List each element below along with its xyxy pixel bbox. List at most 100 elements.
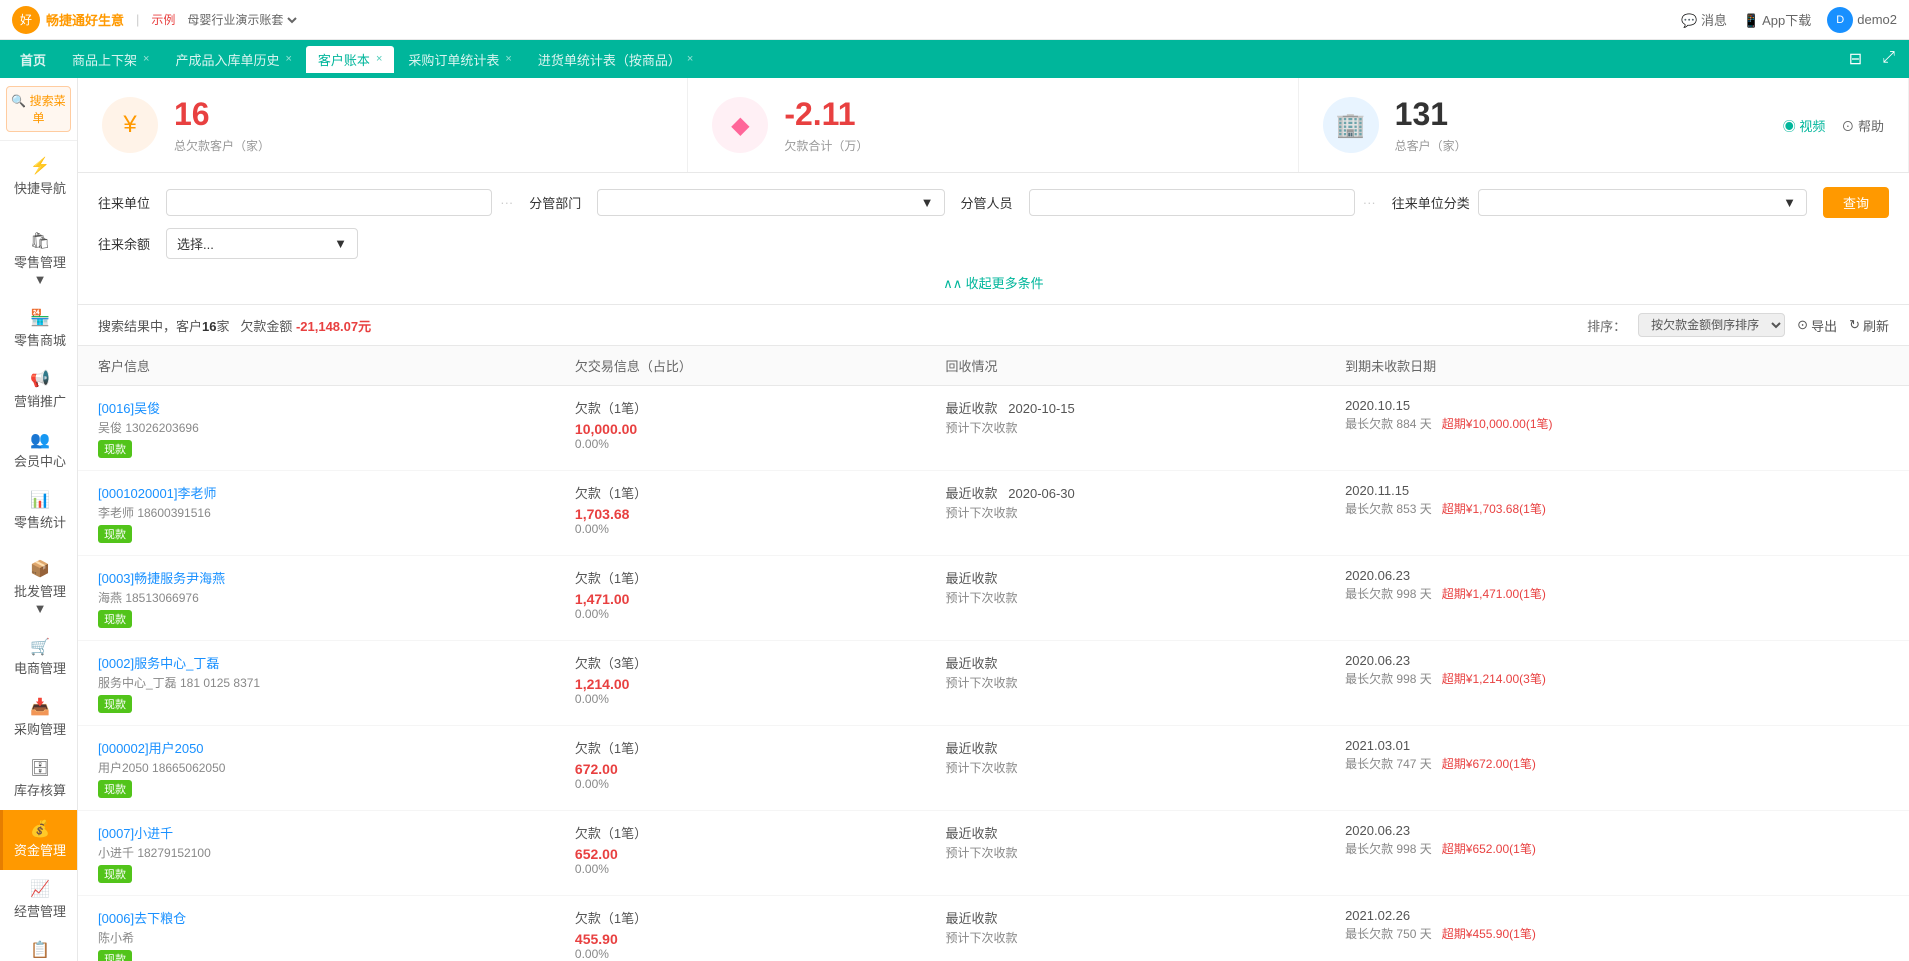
marketing-icon: 📢 (30, 370, 50, 391)
tab-purchase-order-stats[interactable]: 采购订单统计表 × (396, 46, 523, 73)
stat-value-debt-customers: 16 (174, 96, 270, 133)
sidebar-item-member[interactable]: 👥 会员中心 (0, 421, 77, 482)
customer-name-link[interactable]: [0006]去下粮仓 (98, 908, 535, 927)
customer-name-link[interactable]: [0007]小进千 (98, 823, 535, 842)
sidebar-item-batch-mgmt[interactable]: 📦 批发管理 ▼ (0, 550, 77, 628)
logo-text: 畅捷通好生意 (46, 10, 124, 29)
customer-name-link[interactable]: [0002]服务中心_丁磊 (98, 653, 535, 672)
debt-amount[interactable]: 672.00 (575, 761, 906, 777)
filter-select-category[interactable]: ▼ (1478, 189, 1807, 216)
batch-mgmt-icon: 📦 (30, 560, 50, 581)
recover-cell: 最近收款 预计下次收款 (925, 811, 1325, 896)
tab-purchase-stats-by-product[interactable]: 进货单统计表（按商品） × (526, 46, 705, 73)
sidebar-item-biz[interactable]: 📈 经营管理 (0, 870, 77, 931)
user-avatar[interactable]: D demo2 (1827, 7, 1897, 33)
filter-row-1: 往来单位 ··· 分管部门 ▼ 分管人员 ··· 往来 (98, 187, 1889, 218)
due-info: 最长欠款 853 天 超期¥1,703.68(1笔) (1345, 500, 1889, 517)
close-icon[interactable]: × (285, 53, 291, 65)
recover-label: 最近收款 2020-06-30 (945, 483, 1305, 502)
stat-icon-total-customers: 🏢 (1323, 97, 1379, 153)
tab-home[interactable]: 首页 (8, 46, 58, 73)
close-icon[interactable]: × (376, 53, 382, 65)
message-btn[interactable]: 💬 消息 (1681, 10, 1727, 29)
sidebar-item-retail-stat[interactable]: 📊 零售统计 (0, 481, 77, 542)
debt-count: 欠款（1笔） (575, 398, 906, 417)
debt-amount[interactable]: 652.00 (575, 846, 906, 862)
customer-name-link[interactable]: [0016]吴俊 (98, 398, 535, 417)
due-info: 最长欠款 884 天 超期¥10,000.00(1笔) (1345, 415, 1889, 432)
logo-icon: 好 (12, 6, 40, 34)
sidebar-item-finance[interactable]: 💰 资金管理 (0, 810, 77, 871)
table-actions: 排序： 按欠款金额倒序排序 ⊙ 导出 ↻ 刷新 (1587, 313, 1889, 337)
sidebar-item-purchase[interactable]: 📥 采购管理 (0, 688, 77, 749)
sidebar: 🔍 搜索菜单 ⚡ 快捷导航 🛍 零售管理 ▼ 🏪 零售商城 📢 营销推广 👥 会… (0, 78, 78, 961)
sidebar-item-label: 电商管理 (14, 661, 66, 678)
table-wrapper: 客户信息 欠交易信息（占比） 回收情况 到期未收款日期 [0016]吴俊 吴俊 … (78, 346, 1909, 961)
overdue-link[interactable]: 超期¥672.00(1笔) (1442, 757, 1536, 771)
sidebar-search-btn[interactable]: 🔍 搜索菜单 (6, 86, 71, 132)
close-icon[interactable]: × (505, 53, 511, 65)
filter-item-unit: 往来单位 ··· (98, 189, 513, 216)
sidebar-item-inventory[interactable]: 🗄 库存核算 (0, 749, 77, 810)
export-btn[interactable]: ⊙ 导出 (1797, 316, 1837, 335)
sidebar-item-marketing[interactable]: 📢 营销推广 (0, 360, 77, 421)
sort-select[interactable]: 按欠款金额倒序排序 (1638, 313, 1785, 337)
overdue-link[interactable]: 超期¥455.90(1笔) (1442, 927, 1536, 941)
due-date-cell: 2021.02.26 最长欠款 750 天 超期¥455.90(1笔) (1325, 896, 1909, 961)
collapse-nav-btn[interactable]: ⊟ (1843, 47, 1868, 71)
filter-input-person[interactable] (1029, 189, 1355, 216)
help-link[interactable]: ⊙ 帮助 (1841, 116, 1884, 135)
collapse-row[interactable]: ∧∧ 收起更多条件 (98, 269, 1889, 296)
stat-label-total-customers: 总客户（家） (1395, 137, 1467, 154)
sidebar-item-retail-mgmt[interactable]: 🛍 零售管理 ▼ (0, 222, 77, 300)
search-button[interactable]: 查询 (1823, 187, 1889, 218)
debt-amount[interactable]: 1,214.00 (575, 676, 906, 692)
filter-dots-person[interactable]: ··· (1363, 195, 1376, 210)
sidebar-item-retail-mall[interactable]: 🏪 零售商城 (0, 299, 77, 360)
debt-amount[interactable]: 1,471.00 (575, 591, 906, 607)
overdue-link[interactable]: 超期¥10,000.00(1笔) (1442, 417, 1553, 431)
customer-tag: 现款 (98, 865, 132, 883)
logo-area: 好 畅捷通好生意 (12, 6, 124, 34)
sidebar-item-quicknav[interactable]: ⚡ 快捷导航 (0, 147, 77, 208)
tab-product-listing[interactable]: 商品上下架 × (60, 46, 161, 73)
debt-amount[interactable]: 455.90 (575, 931, 906, 947)
debt-amount[interactable]: 10,000.00 (575, 421, 906, 437)
filter-input-unit[interactable] (166, 189, 492, 216)
due-date-cell: 2021.03.01 最长欠款 747 天 超期¥672.00(1笔) (1325, 726, 1909, 811)
recover-label: 最近收款 (945, 823, 1305, 842)
filter-dots-unit[interactable]: ··· (500, 195, 513, 210)
video-link[interactable]: ◉ 视频 (1783, 116, 1826, 135)
close-icon[interactable]: × (143, 53, 149, 65)
store-select[interactable]: 母婴行业演示账套 (183, 12, 300, 28)
customer-contact: 李老师 18600391516 (98, 504, 535, 521)
stat-info-total-customers: 131 总客户（家） (1395, 96, 1467, 154)
filter-select-dept[interactable]: ▼ (597, 189, 944, 216)
overdue-link[interactable]: 超期¥1,214.00(3笔) (1442, 672, 1546, 686)
tab-production-history[interactable]: 产成品入库单历史 × (163, 46, 303, 73)
table-head: 客户信息 欠交易信息（占比） 回收情况 到期未收款日期 (78, 346, 1909, 386)
tab-customer-account[interactable]: 客户账本 × (306, 46, 394, 73)
overdue-link[interactable]: 超期¥1,471.00(1笔) (1442, 587, 1546, 601)
debt-amount[interactable]: 1,703.68 (575, 506, 906, 522)
app-download-btn[interactable]: 📱 App下载 (1743, 10, 1811, 29)
customer-name-link[interactable]: [0003]畅捷服务尹海燕 (98, 568, 535, 587)
next-collect-label: 预计下次收款 (945, 589, 1305, 606)
expand-nav-btn[interactable]: ⤢ (1876, 47, 1901, 71)
debt-info-cell: 欠款（1笔） 455.90 0.00% (555, 896, 926, 961)
sidebar-item-ecom[interactable]: 🛒 电商管理 (0, 628, 77, 689)
topbar: 好 畅捷通好生意 | 示例 母婴行业演示账套 💬 消息 📱 App下载 D de… (0, 0, 1909, 40)
stat-card-total-customers: 🏢 131 总客户（家） ◉ 视频 ⊙ 帮助 (1299, 78, 1909, 172)
customer-name-link[interactable]: [000002]用户2050 (98, 738, 535, 757)
close-icon[interactable]: × (687, 53, 693, 65)
overdue-link[interactable]: 超期¥652.00(1笔) (1442, 842, 1536, 856)
stat-card-debt-total: ◆ -2.11 欠款合计（万） (688, 78, 1298, 172)
refresh-btn[interactable]: ↻ 刷新 (1849, 316, 1889, 335)
th-customer-info: 客户信息 (78, 346, 555, 386)
customer-name-link[interactable]: [0001020001]李老师 (98, 483, 535, 502)
recover-label: 最近收款 (945, 738, 1305, 757)
overdue-link[interactable]: 超期¥1,703.68(1笔) (1442, 502, 1546, 516)
sidebar-item-basic[interactable]: 📋 基础信息 (0, 931, 77, 961)
customer-contact: 吴俊 13026203696 (98, 419, 535, 436)
filter-select-balance[interactable]: 选择... ▼ (166, 228, 358, 259)
